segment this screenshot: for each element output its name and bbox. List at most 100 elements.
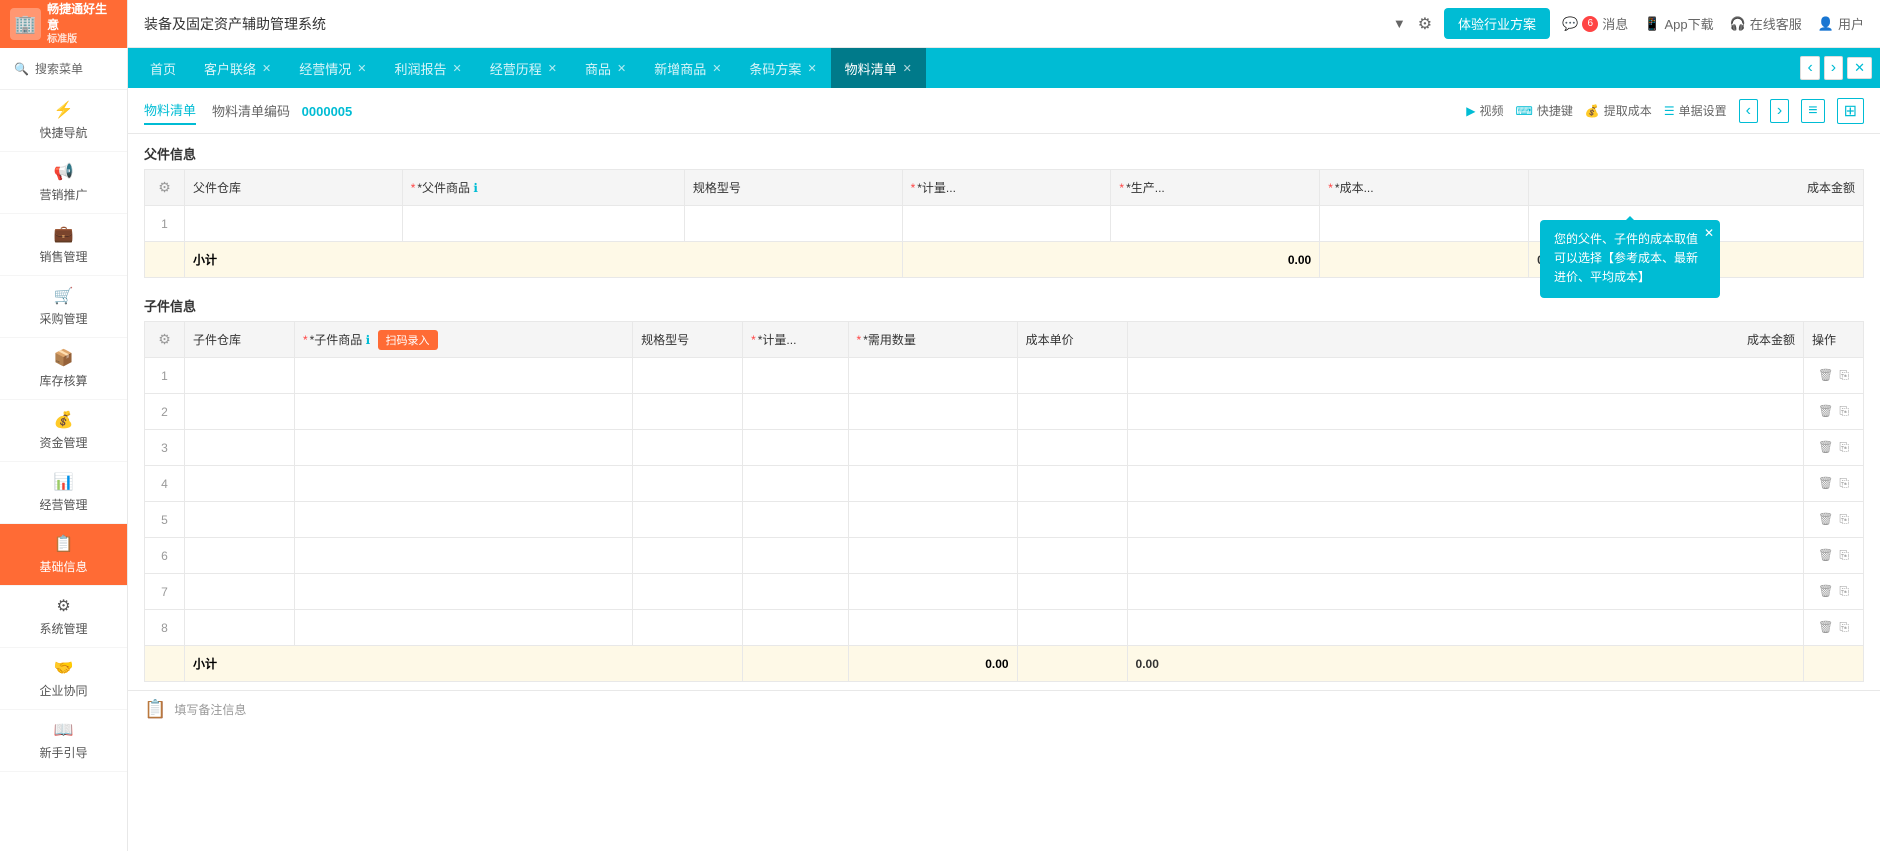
tab-history-close[interactable]: ✕ bbox=[548, 62, 557, 75]
child-qty-cell-4[interactable] bbox=[848, 502, 1017, 538]
tab-new-goods-close[interactable]: ✕ bbox=[712, 62, 721, 75]
nav-next-btn[interactable]: › bbox=[1770, 99, 1789, 123]
child-qty-cell-3[interactable] bbox=[848, 466, 1017, 502]
child-goods-cell-3[interactable] bbox=[294, 466, 632, 502]
delete-icon-1[interactable]: 🗑 bbox=[1818, 404, 1833, 419]
parent-cost-cell[interactable] bbox=[1320, 206, 1529, 242]
copy-icon-7[interactable]: ⎘ bbox=[1839, 620, 1849, 635]
sidebar-item-quick-nav[interactable]: ⚡ 快捷导航 bbox=[0, 90, 127, 152]
tab-bom[interactable]: 物料清单 ✕ bbox=[831, 48, 926, 88]
child-warehouse-cell-6[interactable] bbox=[185, 574, 295, 610]
experience-btn[interactable]: 体验行业方案 bbox=[1444, 8, 1550, 39]
tab-bom-close[interactable]: ✕ bbox=[903, 62, 912, 75]
tab-barcode-close[interactable]: ✕ bbox=[807, 62, 816, 75]
parent-goods-cell[interactable] bbox=[402, 206, 684, 242]
sidebar-item-guide[interactable]: 📖 新手引导 bbox=[0, 710, 127, 772]
child-unit-cell-3[interactable] bbox=[743, 466, 848, 502]
child-spec-cell-0[interactable] bbox=[633, 358, 743, 394]
sidebar-item-marketing[interactable]: 📢 营销推广 bbox=[0, 152, 127, 214]
tab-operations[interactable]: 经营情况 ✕ bbox=[285, 48, 380, 88]
parent-settings-icon[interactable]: ⚙ bbox=[158, 179, 171, 195]
copy-icon-5[interactable]: ⎘ bbox=[1839, 548, 1849, 563]
note-text[interactable]: 填写备注信息 bbox=[174, 701, 246, 718]
child-unit-cost-cell-7[interactable] bbox=[1017, 610, 1127, 646]
child-goods-cell-1[interactable] bbox=[294, 394, 632, 430]
copy-icon-3[interactable]: ⎘ bbox=[1839, 476, 1849, 491]
copy-icon-4[interactable]: ⎘ bbox=[1839, 512, 1849, 527]
doc-settings-btn[interactable]: ☰ 单据设置 bbox=[1664, 102, 1727, 119]
child-unit-cost-cell-0[interactable] bbox=[1017, 358, 1127, 394]
online-service-btn[interactable]: 🎧 在线客服 bbox=[1730, 14, 1802, 33]
child-goods-cell-4[interactable] bbox=[294, 502, 632, 538]
child-warehouse-cell-1[interactable] bbox=[185, 394, 295, 430]
tab-home[interactable]: 首页 bbox=[136, 48, 190, 88]
parent-warehouse-cell[interactable] bbox=[185, 206, 403, 242]
child-unit-cell-5[interactable] bbox=[743, 538, 848, 574]
child-unit-cost-cell-2[interactable] bbox=[1017, 430, 1127, 466]
sidebar-item-inventory[interactable]: 📦 库存核算 bbox=[0, 338, 127, 400]
user-btn[interactable]: 👤 用户 bbox=[1818, 14, 1864, 33]
delete-icon-2[interactable]: 🗑 bbox=[1818, 440, 1833, 455]
child-spec-cell-4[interactable] bbox=[633, 502, 743, 538]
child-qty-cell-5[interactable] bbox=[848, 538, 1017, 574]
child-warehouse-cell-5[interactable] bbox=[185, 538, 295, 574]
tab-profit[interactable]: 利润报告 ✕ bbox=[380, 48, 475, 88]
child-unit-cell-1[interactable] bbox=[743, 394, 848, 430]
delete-icon-7[interactable]: 🗑 bbox=[1818, 620, 1833, 635]
parent-spec-cell[interactable] bbox=[684, 206, 902, 242]
child-goods-cell-7[interactable] bbox=[294, 610, 632, 646]
child-spec-cell-6[interactable] bbox=[633, 574, 743, 610]
sub-tab-bom-list[interactable]: 物料清单 bbox=[144, 96, 196, 125]
child-settings-icon[interactable]: ⚙ bbox=[158, 331, 171, 347]
child-goods-cell-6[interactable] bbox=[294, 574, 632, 610]
sidebar-item-basic-info[interactable]: 📋 基础信息 bbox=[0, 524, 127, 586]
child-unit-cell-4[interactable] bbox=[743, 502, 848, 538]
child-qty-cell-1[interactable] bbox=[848, 394, 1017, 430]
tab-goods[interactable]: 商品 ✕ bbox=[571, 48, 640, 88]
child-unit-cell-6[interactable] bbox=[743, 574, 848, 610]
child-unit-cost-cell-1[interactable] bbox=[1017, 394, 1127, 430]
message-btn[interactable]: 💬 6 消息 bbox=[1562, 14, 1628, 33]
app-download-btn[interactable]: 📱 App下载 bbox=[1644, 14, 1713, 33]
parent-unit-cell[interactable] bbox=[902, 206, 1111, 242]
tab-barcode[interactable]: 条码方案 ✕ bbox=[735, 48, 830, 88]
nav-prev-btn[interactable]: ‹ bbox=[1739, 99, 1758, 123]
copy-icon-0[interactable]: ⎘ bbox=[1839, 368, 1849, 383]
extract-cost-btn[interactable]: 💰 提取成本 bbox=[1585, 102, 1652, 119]
child-unit-cost-cell-3[interactable] bbox=[1017, 466, 1127, 502]
tooltip-close-btn[interactable]: ✕ bbox=[1704, 224, 1714, 243]
child-spec-cell-1[interactable] bbox=[633, 394, 743, 430]
sidebar-item-sales[interactable]: 💼 销售管理 bbox=[0, 214, 127, 276]
child-qty-cell-0[interactable] bbox=[848, 358, 1017, 394]
tab-customer[interactable]: 客户联络 ✕ bbox=[190, 48, 285, 88]
parent-production-cell[interactable] bbox=[1111, 206, 1320, 242]
copy-icon-2[interactable]: ⎘ bbox=[1839, 440, 1849, 455]
child-warehouse-cell-0[interactable] bbox=[185, 358, 295, 394]
shortcut-btn[interactable]: ⌨ 快捷键 bbox=[1516, 102, 1573, 119]
tab-operations-close[interactable]: ✕ bbox=[357, 62, 366, 75]
scan-input-btn[interactable]: 扫码录入 bbox=[378, 330, 438, 350]
sidebar-item-system[interactable]: ⚙ 系统管理 bbox=[0, 586, 127, 648]
copy-icon-1[interactable]: ⎘ bbox=[1839, 404, 1849, 419]
child-goods-cell-0[interactable] bbox=[294, 358, 632, 394]
child-unit-cell-2[interactable] bbox=[743, 430, 848, 466]
child-warehouse-cell-4[interactable] bbox=[185, 502, 295, 538]
child-spec-cell-5[interactable] bbox=[633, 538, 743, 574]
nav-list-btn[interactable]: ≡ bbox=[1801, 99, 1824, 123]
tab-profit-close[interactable]: ✕ bbox=[453, 62, 462, 75]
child-qty-cell-7[interactable] bbox=[848, 610, 1017, 646]
child-warehouse-cell-7[interactable] bbox=[185, 610, 295, 646]
delete-icon-3[interactable]: 🗑 bbox=[1818, 476, 1833, 491]
video-btn[interactable]: ▶ 视频 bbox=[1466, 102, 1503, 119]
sidebar-item-operations-mgr[interactable]: 📊 经营管理 bbox=[0, 462, 127, 524]
child-spec-cell-3[interactable] bbox=[633, 466, 743, 502]
tab-close-all-btn[interactable]: ✕ bbox=[1847, 57, 1872, 79]
child-unit-cell-7[interactable] bbox=[743, 610, 848, 646]
tab-next-btn[interactable]: › bbox=[1824, 56, 1843, 80]
settings-icon[interactable]: ⚙ bbox=[1418, 14, 1432, 34]
child-qty-cell-2[interactable] bbox=[848, 430, 1017, 466]
dropdown-arrow[interactable]: ▼ bbox=[1393, 16, 1406, 31]
child-goods-cell-5[interactable] bbox=[294, 538, 632, 574]
sidebar-item-enterprise[interactable]: 🤝 企业协同 bbox=[0, 648, 127, 710]
child-unit-cost-cell-6[interactable] bbox=[1017, 574, 1127, 610]
